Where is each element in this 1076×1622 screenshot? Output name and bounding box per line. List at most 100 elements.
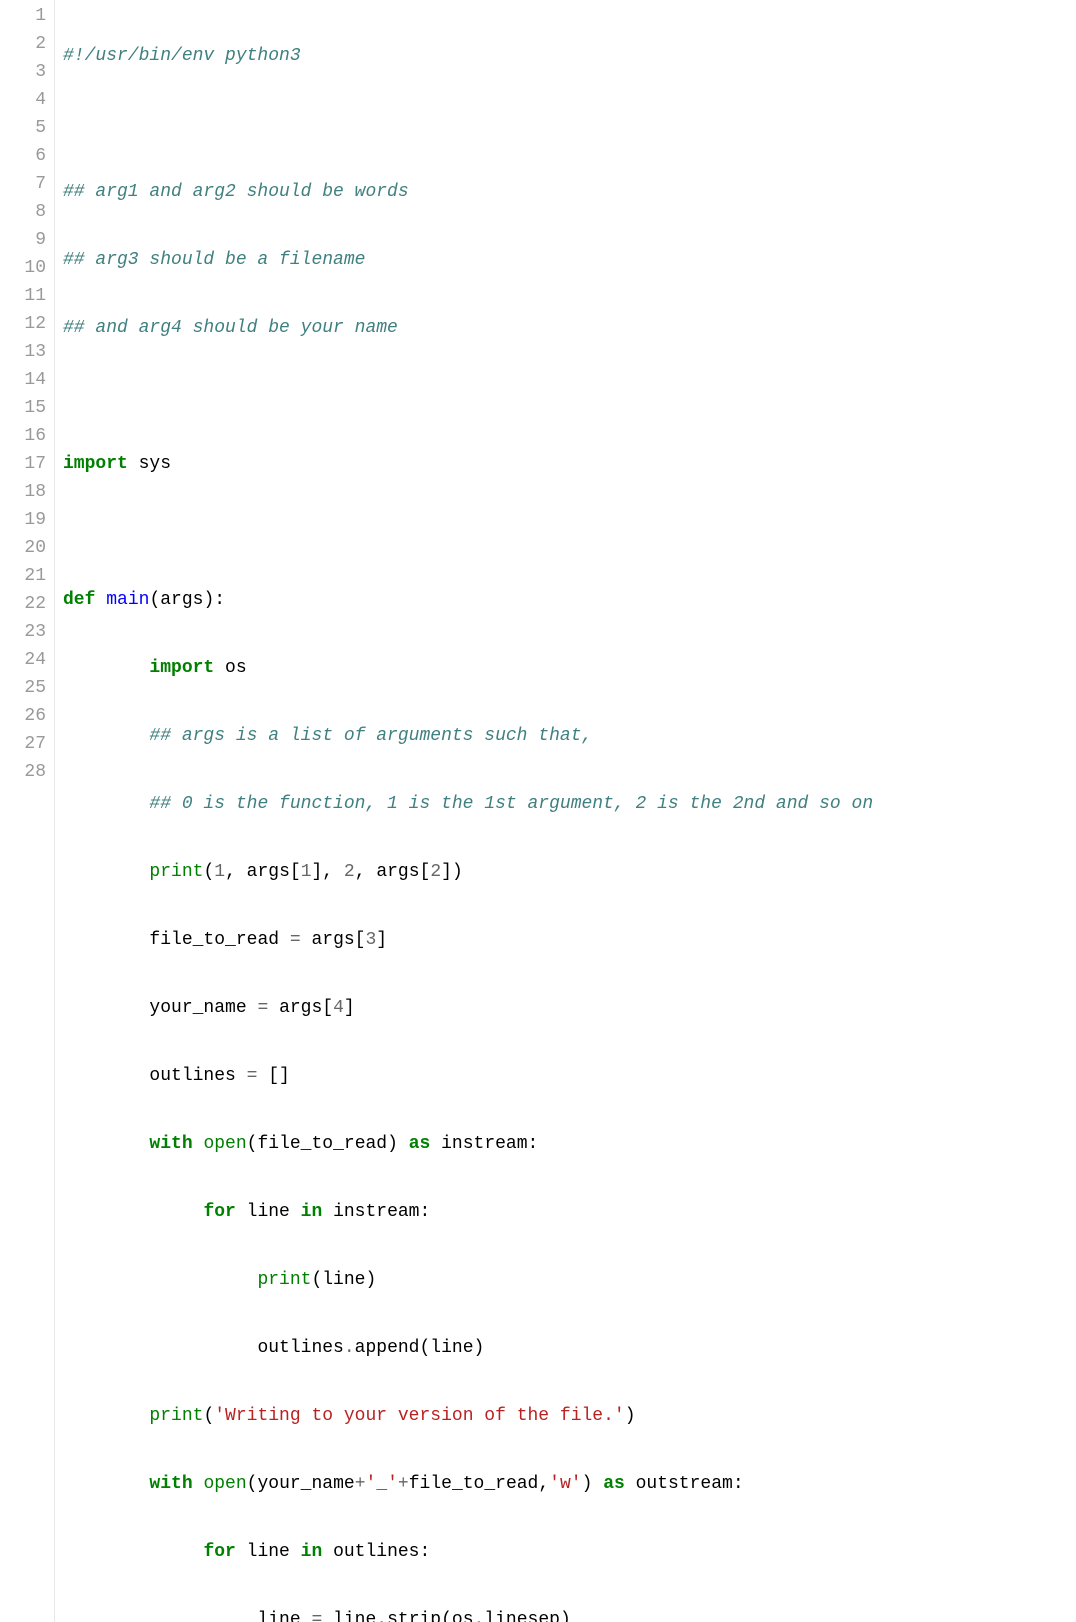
builtin-token: open xyxy=(203,1134,246,1154)
builtin-token: print xyxy=(149,862,203,882)
string-token: '_' xyxy=(366,1474,398,1494)
text-token: args[ xyxy=(301,930,366,950)
text-token: strip(os xyxy=(387,1610,473,1622)
operator-token: = xyxy=(311,1610,322,1622)
keyword-token: as xyxy=(409,1134,431,1154)
line-number: 9 xyxy=(0,226,46,254)
builtin-token: print xyxy=(257,1270,311,1290)
line-number: 8 xyxy=(0,198,46,226)
line-number: 28 xyxy=(0,758,46,786)
text-token: [] xyxy=(257,1066,289,1086)
string-token: 'Writing to your version of the file.' xyxy=(214,1406,624,1426)
keyword-token: as xyxy=(603,1474,625,1494)
text-token xyxy=(193,1474,204,1494)
text-token: outlines: xyxy=(322,1542,430,1562)
text-token: file_to_read, xyxy=(409,1474,549,1494)
code-line: your_name = args[4] xyxy=(63,994,1076,1022)
comment-token: ## args is a list of arguments such that… xyxy=(149,726,592,746)
line-number: 19 xyxy=(0,506,46,534)
text-token: line xyxy=(257,1610,311,1622)
text-token xyxy=(214,658,225,678)
indent-token xyxy=(63,726,149,746)
line-number: 18 xyxy=(0,478,46,506)
line-number: 22 xyxy=(0,590,46,618)
text-token: ], xyxy=(312,862,344,882)
text-token: , args[ xyxy=(355,862,431,882)
code-line: #!/usr/bin/env python3 xyxy=(63,42,1076,70)
code-line: ## arg3 should be a filename xyxy=(63,246,1076,274)
text-token: line xyxy=(236,1202,301,1222)
text-token: linesep) xyxy=(484,1610,570,1622)
code-line: ## args is a list of arguments such that… xyxy=(63,722,1076,750)
text-token: (your_name xyxy=(247,1474,355,1494)
text-token: outstream: xyxy=(625,1474,744,1494)
line-number: 13 xyxy=(0,338,46,366)
line-number: 16 xyxy=(0,422,46,450)
name-token: sys xyxy=(139,454,171,474)
code-editor: 1 2 3 4 5 6 7 8 9 10 11 12 13 14 15 16 1… xyxy=(0,0,1076,1622)
operator-token: . xyxy=(474,1610,485,1622)
keyword-token: import xyxy=(63,454,128,474)
line-number: 7 xyxy=(0,170,46,198)
operator-token: . xyxy=(344,1338,355,1358)
code-line: import os xyxy=(63,654,1076,682)
builtin-token: print xyxy=(149,1406,203,1426)
text-token: instream: xyxy=(322,1202,430,1222)
indent-token xyxy=(63,1270,257,1290)
indent-token xyxy=(63,1338,257,1358)
code-line: print(line) xyxy=(63,1266,1076,1294)
code-line xyxy=(63,110,1076,138)
code-line: file_to_read = args[3] xyxy=(63,926,1076,954)
keyword-token: with xyxy=(149,1474,192,1494)
text-token: ( xyxy=(203,862,214,882)
indent-token xyxy=(63,930,149,950)
line-number: 3 xyxy=(0,58,46,86)
line-number-gutter: 1 2 3 4 5 6 7 8 9 10 11 12 13 14 15 16 1… xyxy=(0,0,55,1622)
text-token xyxy=(95,590,106,610)
line-number: 20 xyxy=(0,534,46,562)
number-token: 3 xyxy=(365,930,376,950)
line-number: 11 xyxy=(0,282,46,310)
code-line: outlines = [] xyxy=(63,1062,1076,1090)
text-token: file_to_read xyxy=(149,930,289,950)
number-token: 1 xyxy=(214,862,225,882)
text-token: instream: xyxy=(430,1134,538,1154)
indent-token xyxy=(63,1066,149,1086)
string-token: 'w' xyxy=(549,1474,581,1494)
line-number: 4 xyxy=(0,86,46,114)
comment-token: ## arg1 and arg2 should be words xyxy=(63,182,409,202)
operator-token: + xyxy=(355,1474,366,1494)
keyword-token: in xyxy=(301,1202,323,1222)
text-token: (args): xyxy=(149,590,225,610)
text-token: ( xyxy=(203,1406,214,1426)
text-token: , args[ xyxy=(225,862,301,882)
code-line: with open(file_to_read) as instream: xyxy=(63,1130,1076,1158)
line-number: 24 xyxy=(0,646,46,674)
line-number: 12 xyxy=(0,310,46,338)
indent-token xyxy=(63,998,149,1018)
line-number: 25 xyxy=(0,674,46,702)
text-token: ) xyxy=(582,1474,604,1494)
text-token: outlines xyxy=(149,1066,246,1086)
name-token: os xyxy=(225,658,247,678)
comment-token: ## 0 is the function, 1 is the 1st argum… xyxy=(149,794,873,814)
code-content[interactable]: #!/usr/bin/env python3 ## arg1 and arg2 … xyxy=(55,0,1076,1622)
comment-token: #!/usr/bin/env python3 xyxy=(63,46,301,66)
code-line: import sys xyxy=(63,450,1076,478)
indent-token xyxy=(63,1542,203,1562)
keyword-token: for xyxy=(203,1542,235,1562)
keyword-token: for xyxy=(203,1202,235,1222)
function-name-token: main xyxy=(106,590,149,610)
operator-token: = xyxy=(257,998,268,1018)
line-number: 6 xyxy=(0,142,46,170)
comment-token: ## arg3 should be a filename xyxy=(63,250,365,270)
code-line: ## 0 is the function, 1 is the 1st argum… xyxy=(63,790,1076,818)
code-line xyxy=(63,382,1076,410)
code-line: outlines.append(line) xyxy=(63,1334,1076,1362)
indent-token xyxy=(63,794,149,814)
code-line: line = line.strip(os.linesep) xyxy=(63,1606,1076,1622)
operator-token: = xyxy=(290,930,301,950)
number-token: 1 xyxy=(301,862,312,882)
text-token: outlines xyxy=(257,1338,343,1358)
number-token: 2 xyxy=(344,862,355,882)
